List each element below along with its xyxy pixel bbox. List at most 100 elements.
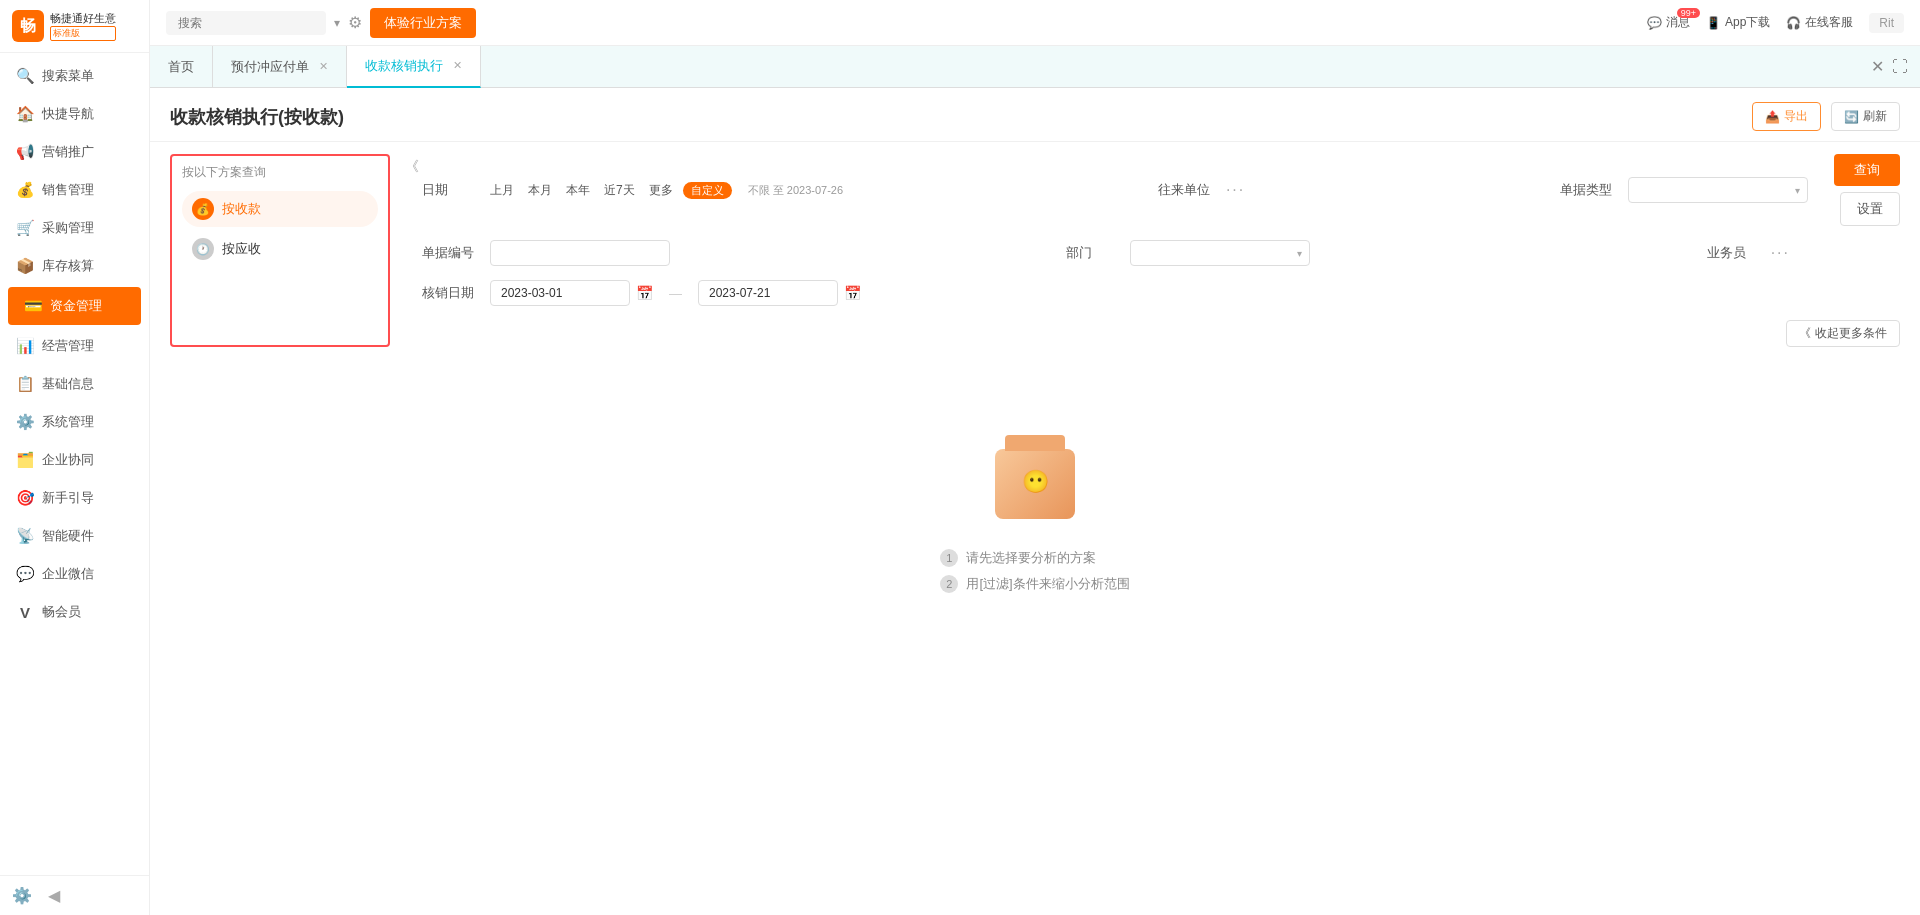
member-icon: V: [16, 604, 34, 621]
tab-collection-close[interactable]: ✕: [453, 59, 462, 72]
verify-date-end-wrap: 📅: [698, 280, 861, 306]
collapse-more-button[interactable]: 《 收起更多条件: [1786, 320, 1900, 347]
hardware-icon: 📡: [16, 527, 34, 545]
logo-text-block: 畅捷通好生意 标准版: [50, 11, 116, 40]
verify-date-end-calendar-icon[interactable]: 📅: [844, 285, 861, 301]
doc-number-input[interactable]: [490, 240, 670, 266]
filter-rows: 日期 上月 本月 本年 近7天 更多 自定义 不限: [422, 154, 1900, 306]
sidebar-item-quick-nav[interactable]: 🏠 快捷导航: [0, 95, 149, 133]
sidebar-item-member[interactable]: V 畅会员: [0, 593, 149, 631]
salesperson-dots[interactable]: ···: [1771, 244, 1790, 262]
topbar-search-input[interactable]: [166, 11, 326, 35]
topbar-online-service[interactable]: 🎧 在线客服: [1786, 14, 1853, 31]
sidebar-item-label: 快捷导航: [42, 105, 94, 123]
empty-face-icon: 😶: [1022, 469, 1049, 495]
topbar-dropdown-icon[interactable]: ▾: [334, 16, 340, 30]
topbar-left: ▾ ⚙ 体验行业方案: [166, 8, 1635, 38]
sidebar-item-enterprise[interactable]: 🗂️ 企业协同: [0, 441, 149, 479]
wechat-icon: 💬: [16, 565, 34, 583]
verify-date-separator: —: [669, 286, 682, 301]
sidebar-item-label: 系统管理: [42, 413, 94, 431]
collection-option-icon: 💰: [192, 198, 214, 220]
filter-collapse-button[interactable]: 《: [402, 154, 422, 347]
sidebar-logo: 畅 畅捷通好生意 标准版: [0, 0, 149, 53]
tab-expand-icon[interactable]: ⛶: [1892, 58, 1908, 76]
topbar-message-button[interactable]: 💬 消息 99+: [1647, 14, 1690, 31]
tab-prepaid-close[interactable]: ✕: [319, 60, 328, 73]
empty-illustration: 😶: [985, 439, 1085, 529]
topbar-app-download[interactable]: 📱 App下载: [1706, 14, 1770, 31]
sidebar-item-inventory[interactable]: 📦 库存核算: [0, 247, 149, 285]
tab-close-all-icon[interactable]: ✕: [1871, 57, 1884, 76]
verify-date-end-input[interactable]: [698, 280, 838, 306]
sidebar-item-wechat[interactable]: 💬 企业微信: [0, 555, 149, 593]
setting-button[interactable]: 设置: [1840, 192, 1900, 226]
sidebar-item-label: 畅会员: [42, 603, 81, 621]
date-btn-more[interactable]: 更多: [645, 180, 677, 201]
tab-collection-label: 收款核销执行: [365, 57, 443, 75]
export-label: 导出: [1784, 108, 1808, 125]
filter-row-2: 单据编号 部门 ▾ 业务员: [422, 240, 1900, 266]
tab-prepaid[interactable]: 预付冲应付单 ✕: [213, 46, 347, 88]
sidebar-item-purchase[interactable]: 🛒 采购管理: [0, 209, 149, 247]
verify-date-start-input[interactable]: [490, 280, 630, 306]
app-tag: 标准版: [50, 26, 116, 41]
department-select[interactable]: [1130, 240, 1310, 266]
date-btn-7days[interactable]: 近7天: [600, 180, 639, 201]
empty-tip-2: 2 用[过滤]条件来缩小分析范围: [940, 575, 1129, 593]
filter-row-3: 核销日期 📅 — 📅: [422, 280, 1900, 306]
date-quick-buttons: 上月 本月 本年 近7天 更多 自定义: [486, 180, 732, 201]
tab-collection[interactable]: 收款核销执行 ✕: [347, 46, 481, 88]
sidebar-menu: 🔍 搜索菜单 🏠 快捷导航 📢 营销推广 💰 销售管理 🛒 采购管理 📦 库存核…: [0, 53, 149, 875]
sidebar-item-operations[interactable]: 📊 经营管理: [0, 327, 149, 365]
enterprise-icon: 🗂️: [16, 451, 34, 469]
business-unit-dots[interactable]: ···: [1226, 181, 1245, 199]
sidebar-item-guide[interactable]: 🎯 新手引导: [0, 479, 149, 517]
sidebar-item-sales[interactable]: 💰 销售管理: [0, 171, 149, 209]
verify-date-start-calendar-icon[interactable]: 📅: [636, 285, 653, 301]
topbar-user-info[interactable]: Rit: [1869, 13, 1904, 33]
sidebar-item-label: 新手引导: [42, 489, 94, 507]
sidebar-item-system[interactable]: ⚙️ 系统管理: [0, 403, 149, 441]
doc-type-select[interactable]: [1628, 177, 1808, 203]
department-select-wrap: ▾: [1130, 240, 1310, 266]
business-unit-label: 往来单位: [1158, 181, 1210, 199]
message-badge: 99+: [1677, 8, 1700, 18]
export-icon: 📤: [1765, 110, 1780, 124]
sidebar-item-label: 基础信息: [42, 375, 94, 393]
date-custom-badge[interactable]: 自定义: [683, 182, 732, 199]
empty-tip-2-text: 用[过滤]条件来缩小分析范围: [966, 575, 1129, 593]
date-btn-this-month[interactable]: 本月: [524, 180, 556, 201]
query-button[interactable]: 查询: [1834, 154, 1900, 186]
sidebar-item-label: 智能硬件: [42, 527, 94, 545]
page-actions: 📤 导出 🔄 刷新: [1752, 102, 1900, 131]
sidebar-item-finance[interactable]: 💳 资金管理: [8, 287, 141, 325]
filter-option-by-collection[interactable]: 💰 按收款: [182, 191, 378, 227]
app-label: App下载: [1725, 14, 1770, 31]
date-btn-this-year[interactable]: 本年: [562, 180, 594, 201]
export-button[interactable]: 📤 导出: [1752, 102, 1821, 131]
collapse-sidebar-icon[interactable]: ◀: [48, 886, 60, 905]
sidebar-item-hardware[interactable]: 📡 智能硬件: [0, 517, 149, 555]
filter-option-by-receivable[interactable]: 🕐 按应收: [182, 231, 378, 267]
settings-bottom-icon[interactable]: ⚙️: [12, 886, 32, 905]
verify-date-start-wrap: 📅: [490, 280, 653, 306]
sidebar-item-basic-info[interactable]: 📋 基础信息: [0, 365, 149, 403]
date-btn-last-month[interactable]: 上月: [486, 180, 518, 201]
sidebar-item-label: 库存核算: [42, 257, 94, 275]
page-header: 收款核销执行(按收款) 📤 导出 🔄 刷新: [150, 88, 1920, 142]
service-label: 在线客服: [1805, 14, 1853, 31]
tab-home[interactable]: 首页: [150, 46, 213, 88]
marketing-icon: 📢: [16, 143, 34, 161]
sidebar-item-search-menu[interactable]: 🔍 搜索菜单: [0, 57, 149, 95]
app-name: 畅捷通好生意: [50, 11, 116, 25]
app-logo-icon: 畅: [12, 10, 44, 42]
sidebar-item-label: 经营管理: [42, 337, 94, 355]
topbar-gear-icon[interactable]: ⚙: [348, 13, 362, 32]
filter-left-panel: 按以下方案查询 💰 按收款 🕐 按应收: [170, 154, 390, 347]
industry-solution-button[interactable]: 体验行业方案: [370, 8, 476, 38]
refresh-button[interactable]: 🔄 刷新: [1831, 102, 1900, 131]
sidebar-item-marketing[interactable]: 📢 营销推广: [0, 133, 149, 171]
sidebar: 畅 畅捷通好生意 标准版 🔍 搜索菜单 🏠 快捷导航 📢 营销推广 💰 销售管理…: [0, 0, 150, 915]
department-label: 部门: [1066, 244, 1114, 262]
